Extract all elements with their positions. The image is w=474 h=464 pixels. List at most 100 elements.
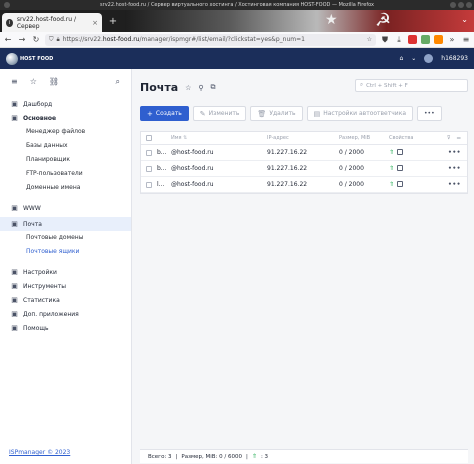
col-props[interactable]: Свойства	[389, 135, 431, 141]
close-window-icon[interactable]	[466, 2, 472, 8]
favorite-icon[interactable]: ☆	[185, 84, 191, 92]
username[interactable]: h168293	[441, 55, 468, 62]
page-header: Почта ☆ ⚲ ⧉	[140, 81, 216, 94]
sidebar-item-label: Почтовые домены	[26, 234, 84, 241]
menu-icon[interactable]: ≡	[11, 77, 18, 87]
sidebar-item-label: WWW	[23, 204, 41, 212]
sidebar-item[interactable]: ▣ Инструменты	[0, 279, 131, 293]
row-checkbox[interactable]	[141, 181, 157, 188]
page-title: Почта	[140, 81, 179, 94]
delete-button[interactable]: 🗑︎ Удалить	[250, 106, 303, 121]
mailbox-icon	[397, 181, 404, 187]
brand-logo[interactable]: HOST FOOD	[6, 52, 53, 65]
more-button[interactable]: •••	[417, 106, 442, 121]
mailbox-icon	[397, 149, 404, 155]
downloads-icon[interactable]: ⤓	[394, 35, 404, 45]
copyright-link[interactable]: ISPmanager © 2023	[9, 449, 70, 456]
row-checkbox[interactable]	[141, 165, 157, 172]
table-row[interactable]: b... @host-food.ru 91.227.16.22 0 / 2000 ⇑ ••…	[141, 145, 467, 161]
create-button[interactable]: + Создать	[140, 106, 189, 121]
mailbox-icon	[397, 165, 404, 171]
row-ip: 91.227.16.22	[267, 165, 308, 172]
sidebar-item-label: Доменные имена	[26, 184, 81, 191]
table-row[interactable]: b... @host-food.ru 91.227.16.22 0 / 2000 ⇑ ••…	[141, 161, 467, 177]
sidebar-item[interactable]: Почтовые домены	[0, 231, 131, 245]
sidebar-item[interactable]: Базы данных	[0, 139, 131, 153]
copy-icon[interactable]: ⧉	[211, 83, 216, 92]
overflow-icon[interactable]: »	[447, 35, 457, 45]
sidebar-item-label: Доп. приложения	[23, 310, 79, 318]
row-ip: 91.227.16.22	[267, 149, 308, 156]
window-title: srv22.host-food.ru / Сервер виртуального…	[100, 2, 374, 8]
row-user: l...	[157, 181, 165, 188]
sidebar-item[interactable]: ▣ Дашборд	[0, 97, 131, 111]
autoreply-button[interactable]: ▤ Настройки автоответчика	[306, 106, 413, 121]
sidebar-item[interactable]: ▣ Доп. приложения	[0, 307, 131, 321]
reload-icon[interactable]: ↻	[31, 35, 41, 45]
search-input[interactable]: ⌕ Ctrl + Shift + F	[355, 79, 468, 92]
bookmark-star-icon[interactable]: ☆	[367, 36, 372, 43]
link-icon[interactable]: ⛓	[49, 77, 59, 87]
maximize-icon[interactable]	[458, 2, 464, 8]
app-menu-icon[interactable]: ≡	[461, 35, 471, 45]
sidebar-item[interactable]: Менеджер файлов	[0, 125, 131, 139]
columns-settings-icon[interactable]: ⚌	[457, 135, 461, 141]
sidebar-item[interactable]: Планировщик	[0, 153, 131, 167]
ext-orange-icon[interactable]	[434, 35, 443, 44]
sidebar-item[interactable]: ▣ Статистика	[0, 293, 131, 307]
filter-icon[interactable]: ⊽	[447, 135, 451, 141]
table-row[interactable]: l... @host-food.ru 91.227.16.22 0 / 2000 ⇑ ••…	[141, 177, 467, 193]
star-decor-icon: ★	[325, 12, 338, 28]
row-menu-icon[interactable]: •••	[448, 181, 461, 188]
sort-icon: ⇅	[183, 135, 188, 141]
ext-abp-icon[interactable]	[408, 35, 417, 44]
new-tab-button[interactable]: +	[106, 15, 120, 29]
total-size: Размер, MiB: 0 / 6000	[181, 453, 243, 460]
sidebar-item-label: Почтовые ящики	[26, 248, 80, 255]
url-bar[interactable]: ⛉ 🔒︎ https://srv22.host-food.ru/manager/…	[45, 33, 376, 46]
sidebar-item[interactable]: Почтовые ящики	[0, 245, 131, 259]
row-props: ⇑	[389, 181, 431, 188]
row-menu-icon[interactable]: •••	[448, 165, 461, 172]
sidebar-item[interactable]: ▣ WWW	[0, 201, 131, 215]
sidebar-item[interactable]: ▣ Почта	[0, 217, 131, 231]
pin-icon[interactable]: ⚲	[198, 84, 203, 92]
table-body: b... @host-food.ru 91.227.16.22 0 / 2000 ⇑ ••…	[141, 145, 467, 193]
col-name[interactable]: Имя ⇅	[171, 135, 267, 141]
search-icon[interactable]: ⌕	[116, 77, 120, 87]
minimize-icon[interactable]	[450, 2, 456, 8]
select-all-checkbox[interactable]	[141, 135, 157, 141]
sidebar-item[interactable]: FTP-пользователи	[0, 167, 131, 181]
avatar[interactable]	[424, 54, 434, 63]
dropdown-chevron-icon[interactable]: ⌄	[411, 55, 416, 62]
sidebar-item[interactable]: ▣ Помощь	[0, 321, 131, 335]
favorites-star-icon[interactable]: ☆	[30, 77, 37, 87]
create-label: Создать	[155, 110, 182, 117]
forward-icon[interactable]: →	[17, 35, 27, 45]
tab-list-icon[interactable]: ⌄	[461, 15, 468, 24]
sidebar-item-label: Дашборд	[23, 100, 53, 108]
sidebar-item[interactable]: ▣ Настройки	[0, 265, 131, 279]
sidebar-item-label: Помощь	[23, 324, 49, 332]
total-count: Всего: 3	[148, 453, 172, 460]
col-ip[interactable]: IP-адрес	[267, 135, 339, 141]
back-icon[interactable]: ←	[3, 35, 13, 45]
sidebar-item-label: Планировщик	[26, 156, 71, 163]
sidebar-item[interactable]: Доменные имена	[0, 181, 131, 195]
edit-button[interactable]: ✎ Изменить	[192, 106, 247, 121]
sidebar-item[interactable]: ▣ Основное	[0, 111, 131, 125]
notifications-icon[interactable]: ⌂	[399, 55, 403, 62]
close-tab-icon[interactable]: ×	[92, 19, 98, 27]
ext-green-icon[interactable]	[421, 35, 430, 44]
browser-tab[interactable]: i srv22.host-food.ru / Сервер ×	[2, 13, 102, 32]
sidebar-item-label: Настройки	[23, 268, 57, 276]
row-props: ⇑	[389, 165, 431, 172]
row-menu-icon[interactable]: •••	[448, 149, 461, 156]
autoreply-icon: ▤	[313, 109, 321, 118]
edit-label: Изменить	[208, 110, 240, 117]
row-domain: @host-food.ru	[171, 165, 214, 172]
col-size[interactable]: Размер, MiB	[339, 135, 389, 141]
window-menu-icon[interactable]	[4, 2, 10, 8]
row-checkbox[interactable]	[141, 149, 157, 156]
pocket-icon[interactable]: ⛊	[380, 35, 390, 45]
